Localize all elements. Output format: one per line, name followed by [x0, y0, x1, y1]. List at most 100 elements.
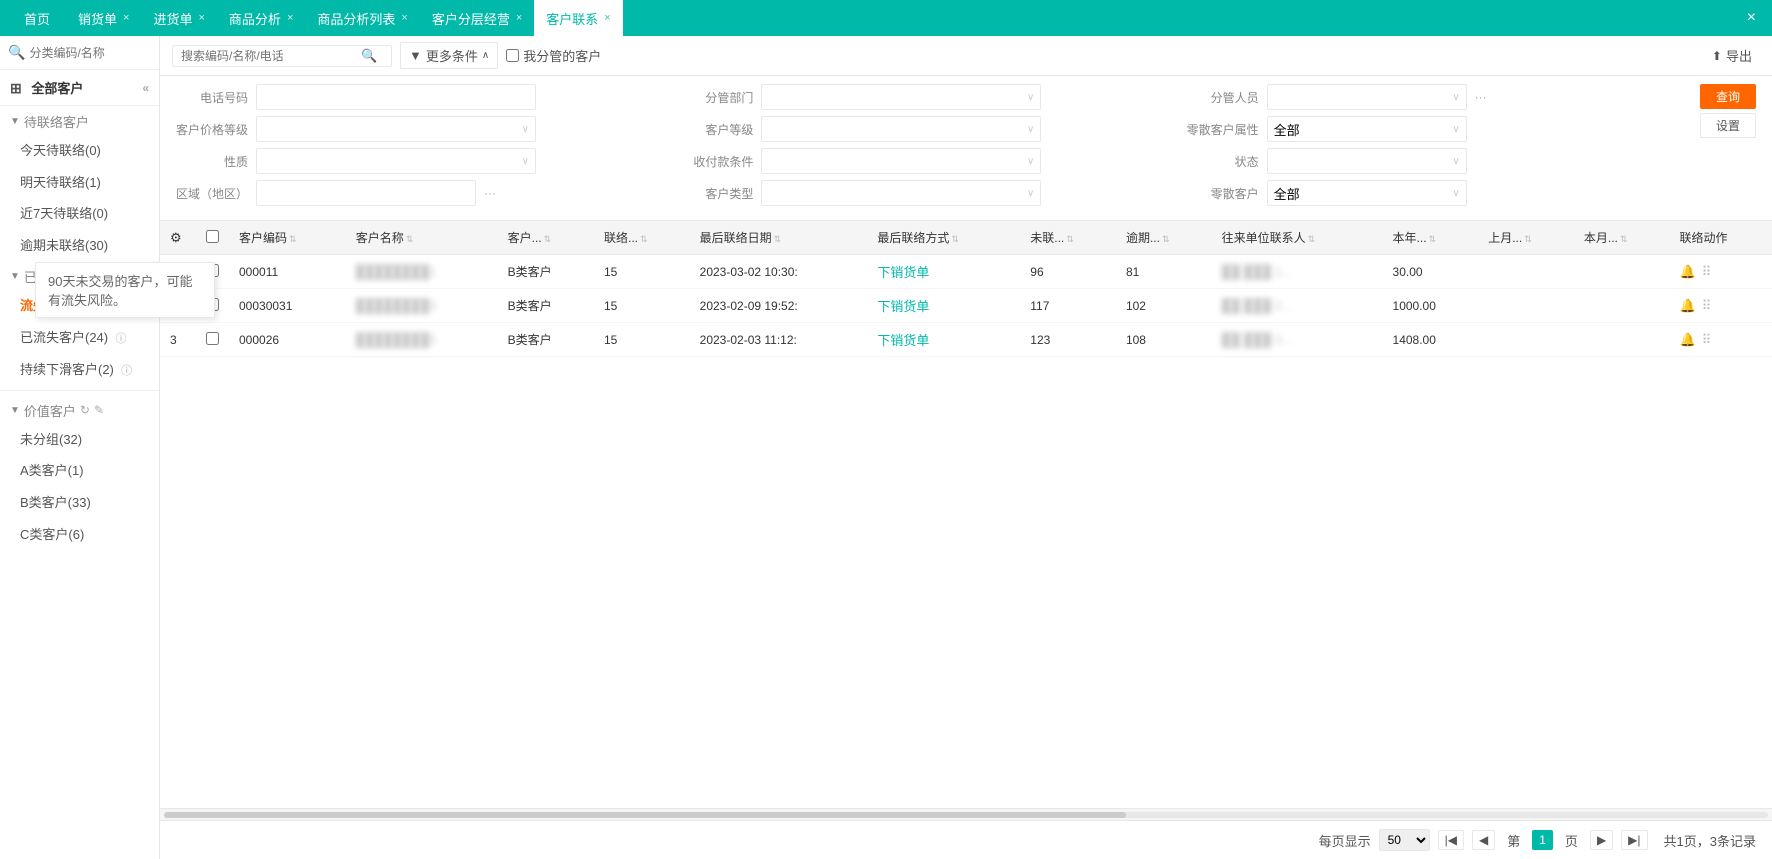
my-customers-checkbox[interactable]: [506, 49, 519, 62]
contact-method-link[interactable]: 下销货单: [877, 299, 929, 314]
sidebar-item-already-lost[interactable]: 已流失客户(24) ⓘ: [0, 322, 159, 354]
sidebar: 🔍 ⊞ 全部客户 « ▼ 待联络客户 今天待联络(0) 明天待联络(1) 近7天…: [0, 36, 160, 859]
more-action-icon[interactable]: ⠿: [1702, 332, 1712, 348]
sidebar-item-today-pending[interactable]: 今天待联络(0): [0, 135, 159, 167]
more-filters-btn[interactable]: ▼ 更多条件 ∧: [400, 42, 498, 69]
cell-last-contact-method[interactable]: 下销货单: [867, 289, 1020, 323]
retail-attr-select[interactable]: 全部 ∨: [1267, 116, 1467, 142]
table-row: 3 000026 ████████5 B类客户 15 2023-02-03 11…: [160, 323, 1772, 357]
retail-customer-select[interactable]: 全部 ∨: [1267, 180, 1467, 206]
my-customers-checkbox-label[interactable]: 我分管的客户: [506, 46, 601, 65]
sidebar-collapse-icon[interactable]: «: [142, 81, 149, 95]
search-icon[interactable]: 🔍: [361, 48, 377, 64]
customer-level-select[interactable]: ∨: [761, 116, 1041, 142]
sidebar-item-declining[interactable]: 持续下滑客户(2) ⓘ: [0, 354, 159, 386]
next-page-btn[interactable]: ▶: [1590, 830, 1613, 850]
th-name[interactable]: 客户名称⇅: [346, 221, 498, 255]
phone-input[interactable]: [256, 84, 536, 110]
th-overdue[interactable]: 逾期...⇅: [1116, 221, 1212, 255]
nature-select[interactable]: ∨: [256, 148, 536, 174]
contact-method-link[interactable]: 下销货单: [877, 265, 929, 280]
sidebar-item-class-b[interactable]: B类客户(33): [0, 487, 159, 519]
nav-goods-analysis-list[interactable]: 商品分析列表 ×: [305, 0, 419, 36]
select-all-checkbox[interactable]: [206, 230, 219, 243]
th-last-contact-date[interactable]: 最后联络日期⇅: [690, 221, 868, 255]
cell-check[interactable]: [196, 323, 229, 357]
cell-last-contact-method[interactable]: 下销货单: [867, 255, 1020, 289]
prev-page-btn[interactable]: ◀: [1472, 830, 1495, 850]
nav-goods-analysis[interactable]: 商品分析 ×: [217, 0, 305, 36]
status-select[interactable]: ∨: [1267, 148, 1467, 174]
last-page-btn[interactable]: ▶|: [1621, 830, 1647, 850]
nav-customer-contact-close[interactable]: ×: [604, 12, 610, 24]
nav-goods-analysis-close[interactable]: ×: [287, 12, 293, 24]
th-contact-count[interactable]: 联络...⇅: [594, 221, 690, 255]
person-more-icon[interactable]: ···: [1467, 90, 1495, 104]
nav-customer-segmentation-close[interactable]: ×: [516, 12, 522, 24]
settings-icon[interactable]: ⚙: [170, 230, 182, 245]
edit-icon[interactable]: ✎: [94, 403, 104, 417]
more-action-icon[interactable]: ⠿: [1702, 298, 1712, 314]
nav-home[interactable]: 首页: [8, 0, 66, 36]
contact-action-icon[interactable]: 🔔: [1680, 332, 1696, 348]
scrollbar-thumb[interactable]: [164, 812, 1126, 818]
toolbar-right: ⬆ 导出: [1704, 43, 1760, 68]
dept-select[interactable]: ∨: [761, 84, 1041, 110]
section-pending-triangle: ▼: [10, 116, 20, 127]
customer-type-select[interactable]: ∨: [761, 180, 1041, 206]
sidebar-section-pending[interactable]: ▼ 待联络客户: [0, 106, 159, 135]
nav-goods-analysis-list-close[interactable]: ×: [401, 12, 407, 24]
region-more-icon[interactable]: ···: [476, 186, 504, 200]
nav-purchase[interactable]: 进货单 ×: [141, 0, 216, 36]
toolbar: 🔍 ▼ 更多条件 ∧ 我分管的客户 ⬆ 导出: [160, 36, 1772, 76]
th-last-contact-method[interactable]: 最后联络方式⇅: [867, 221, 1020, 255]
first-page-btn[interactable]: |◀: [1438, 830, 1464, 850]
contact-action-icon[interactable]: 🔔: [1680, 298, 1696, 314]
sidebar-item-tomorrow-pending[interactable]: 明天待联络(1): [0, 167, 159, 199]
main-layout: 🔍 ⊞ 全部客户 « ▼ 待联络客户 今天待联络(0) 明天待联络(1) 近7天…: [0, 36, 1772, 859]
more-action-icon[interactable]: ⠿: [1702, 264, 1712, 280]
query-button[interactable]: 查询: [1700, 84, 1756, 109]
per-page-select[interactable]: 50 100 200: [1379, 829, 1430, 851]
phone-label: 电话号码: [176, 89, 256, 106]
search-input[interactable]: [181, 49, 361, 63]
nav-purchase-close[interactable]: ×: [198, 12, 204, 24]
person-select[interactable]: ∨: [1267, 84, 1467, 110]
filter-retail-customer: 零散客户 全部 ∨: [1187, 180, 1692, 206]
sidebar-item-class-c[interactable]: C类客户(6): [0, 519, 159, 551]
row-checkbox[interactable]: [206, 332, 219, 345]
th-contact-person[interactable]: 往来单位联系人⇅: [1212, 221, 1383, 255]
price-level-select[interactable]: ∨: [256, 116, 536, 142]
payment-select[interactable]: ∨: [761, 148, 1041, 174]
last-method-sort-icon: ⇅: [951, 234, 959, 244]
nav-sales-close[interactable]: ×: [123, 12, 129, 24]
region-select[interactable]: [256, 180, 476, 206]
sidebar-item-overdue-pending[interactable]: 逾期未联络(30): [0, 230, 159, 262]
cell-last-contact-method[interactable]: 下销货单: [867, 323, 1020, 357]
th-last-month[interactable]: 上月...⇅: [1478, 221, 1574, 255]
th-uncontacted[interactable]: 未联...⇅: [1020, 221, 1116, 255]
th-current-year[interactable]: 本年...⇅: [1383, 221, 1479, 255]
sidebar-item-class-a[interactable]: A类客户(1): [0, 455, 159, 487]
th-code[interactable]: 客户编码⇅: [229, 221, 346, 255]
settings-button[interactable]: 设置: [1700, 113, 1756, 138]
contact-method-link[interactable]: 下销货单: [877, 333, 929, 348]
export-button[interactable]: ⬆ 导出: [1704, 43, 1760, 68]
horizontal-scrollbar[interactable]: [160, 808, 1772, 820]
close-all-button[interactable]: ×: [1747, 9, 1764, 27]
refresh-icon[interactable]: ↻: [80, 403, 90, 417]
contact-action-icon[interactable]: 🔔: [1680, 264, 1696, 280]
sidebar-search-input[interactable]: [29, 46, 151, 60]
th-settings[interactable]: ⚙: [160, 221, 196, 255]
th-current-month[interactable]: 本月...⇅: [1574, 221, 1670, 255]
sidebar-all-customers[interactable]: ⊞ 全部客户 «: [0, 70, 159, 106]
sidebar-item-week-pending[interactable]: 近7天待联络(0): [0, 198, 159, 230]
sidebar-item-ungrouped[interactable]: 未分组(32): [0, 424, 159, 456]
nav-customer-segmentation[interactable]: 客户分层经营 ×: [420, 0, 534, 36]
th-check[interactable]: [196, 221, 229, 255]
nav-sales[interactable]: 销货单 ×: [66, 0, 141, 36]
sidebar-section-value[interactable]: ▼ 价值客户 ↻ ✎: [0, 395, 159, 424]
current-page-btn[interactable]: 1: [1532, 830, 1553, 850]
th-level[interactable]: 客户...⇅: [498, 221, 594, 255]
nav-customer-contact[interactable]: 客户联系 ×: [534, 0, 622, 36]
